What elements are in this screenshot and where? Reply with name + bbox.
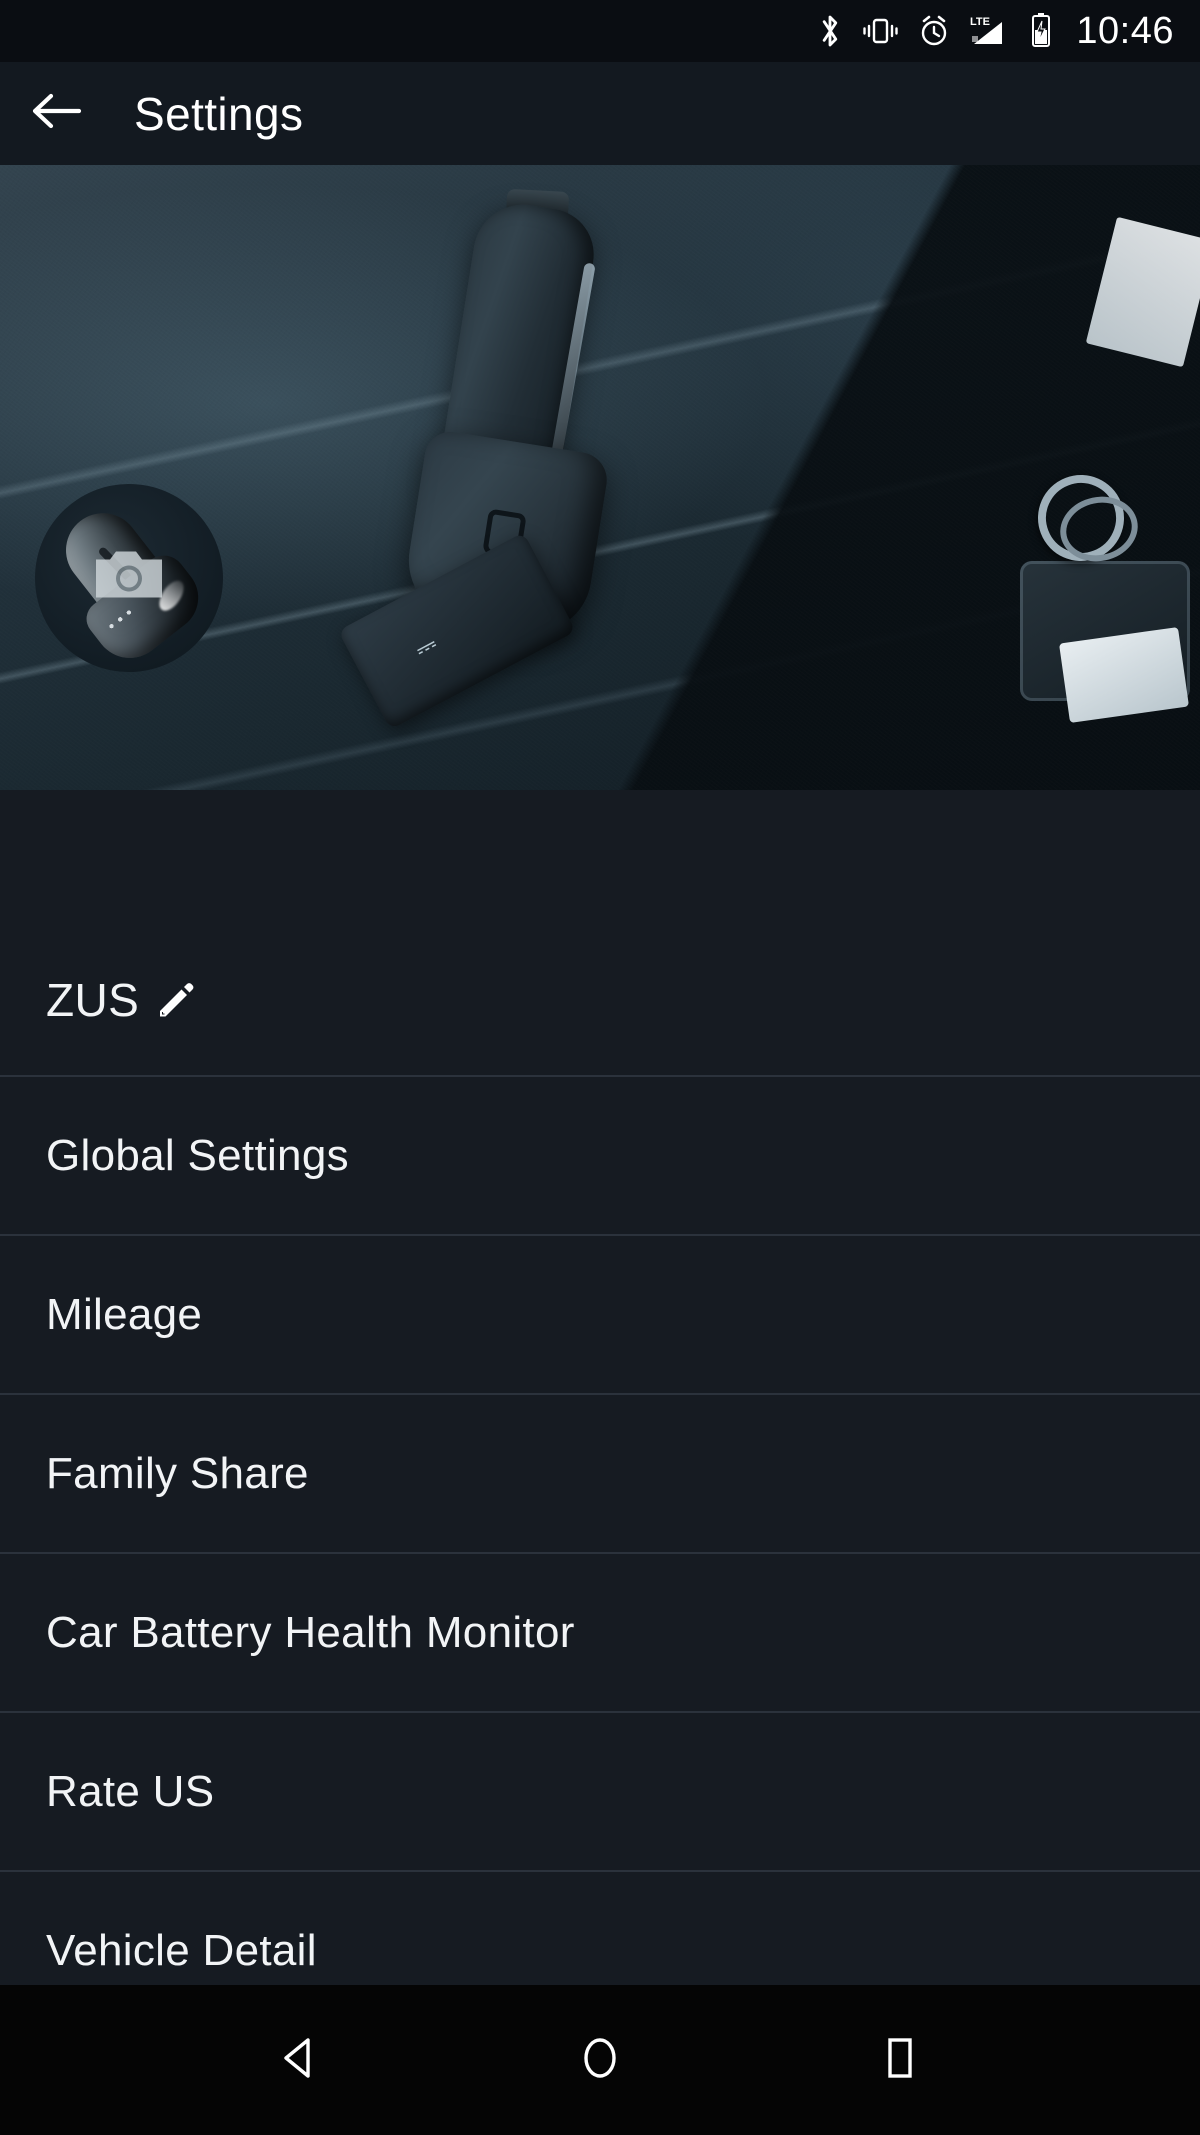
battery-charging-icon — [1028, 11, 1054, 51]
back-arrow-icon — [29, 90, 83, 137]
list-item-label: Car Battery Health Monitor — [46, 1607, 575, 1657]
list-item-label: Family Share — [46, 1448, 309, 1498]
camera-icon[interactable] — [92, 546, 166, 611]
page-title: Settings — [134, 87, 304, 140]
nav-home-button[interactable] — [540, 2000, 660, 2120]
nav-recents-button[interactable] — [840, 2000, 960, 2120]
list-item-label: Vehicle Detail — [46, 1925, 317, 1975]
app-bar: Settings — [0, 62, 1200, 165]
list-item[interactable]: Family Share — [0, 1393, 1200, 1552]
back-button[interactable] — [0, 62, 112, 165]
android-navigation-bar — [0, 1985, 1200, 2135]
nav-recents-icon — [872, 2030, 928, 2091]
lte-signal-icon: LTE — [968, 11, 1012, 51]
list-item[interactable]: Mileage — [0, 1234, 1200, 1393]
avatar[interactable] — [35, 484, 223, 672]
nav-home-icon — [572, 2030, 628, 2091]
bluetooth-icon — [816, 11, 844, 51]
nav-back-icon — [272, 2030, 328, 2091]
status-time: 10:46 — [1076, 10, 1174, 52]
list-item-label: Mileage — [46, 1289, 203, 1339]
nav-back-button[interactable] — [240, 2000, 360, 2120]
list-item[interactable]: Rate US — [0, 1711, 1200, 1870]
settings-list: Global Settings Mileage Family Share Car… — [0, 1075, 1200, 1985]
list-item[interactable]: Global Settings — [0, 1075, 1200, 1234]
list-item[interactable]: Vehicle Detail — [0, 1870, 1200, 1985]
list-item[interactable]: Car Battery Health Monitor — [0, 1552, 1200, 1711]
alarm-icon — [916, 11, 952, 51]
vibrate-icon — [860, 11, 900, 51]
profile-name: ZUS — [46, 974, 140, 1026]
status-bar: LTE 10:46 — [0, 0, 1200, 62]
usb-symbol-icon: ⎓ — [409, 628, 443, 665]
profile-name-row[interactable]: ZUS — [0, 925, 1200, 1075]
hero-keys-object — [1012, 461, 1192, 723]
list-item-label: Rate US — [46, 1766, 215, 1816]
hero-banner-image: ⎓ — [0, 165, 1200, 790]
edit-pencil-icon[interactable] — [153, 978, 197, 1022]
key-card — [1059, 627, 1189, 723]
phone-screen: LTE 10:46 Settings ⎓ ZUS Global Settings… — [0, 0, 1200, 2135]
list-item-label: Global Settings — [46, 1130, 349, 1180]
svg-text:LTE: LTE — [970, 16, 990, 28]
